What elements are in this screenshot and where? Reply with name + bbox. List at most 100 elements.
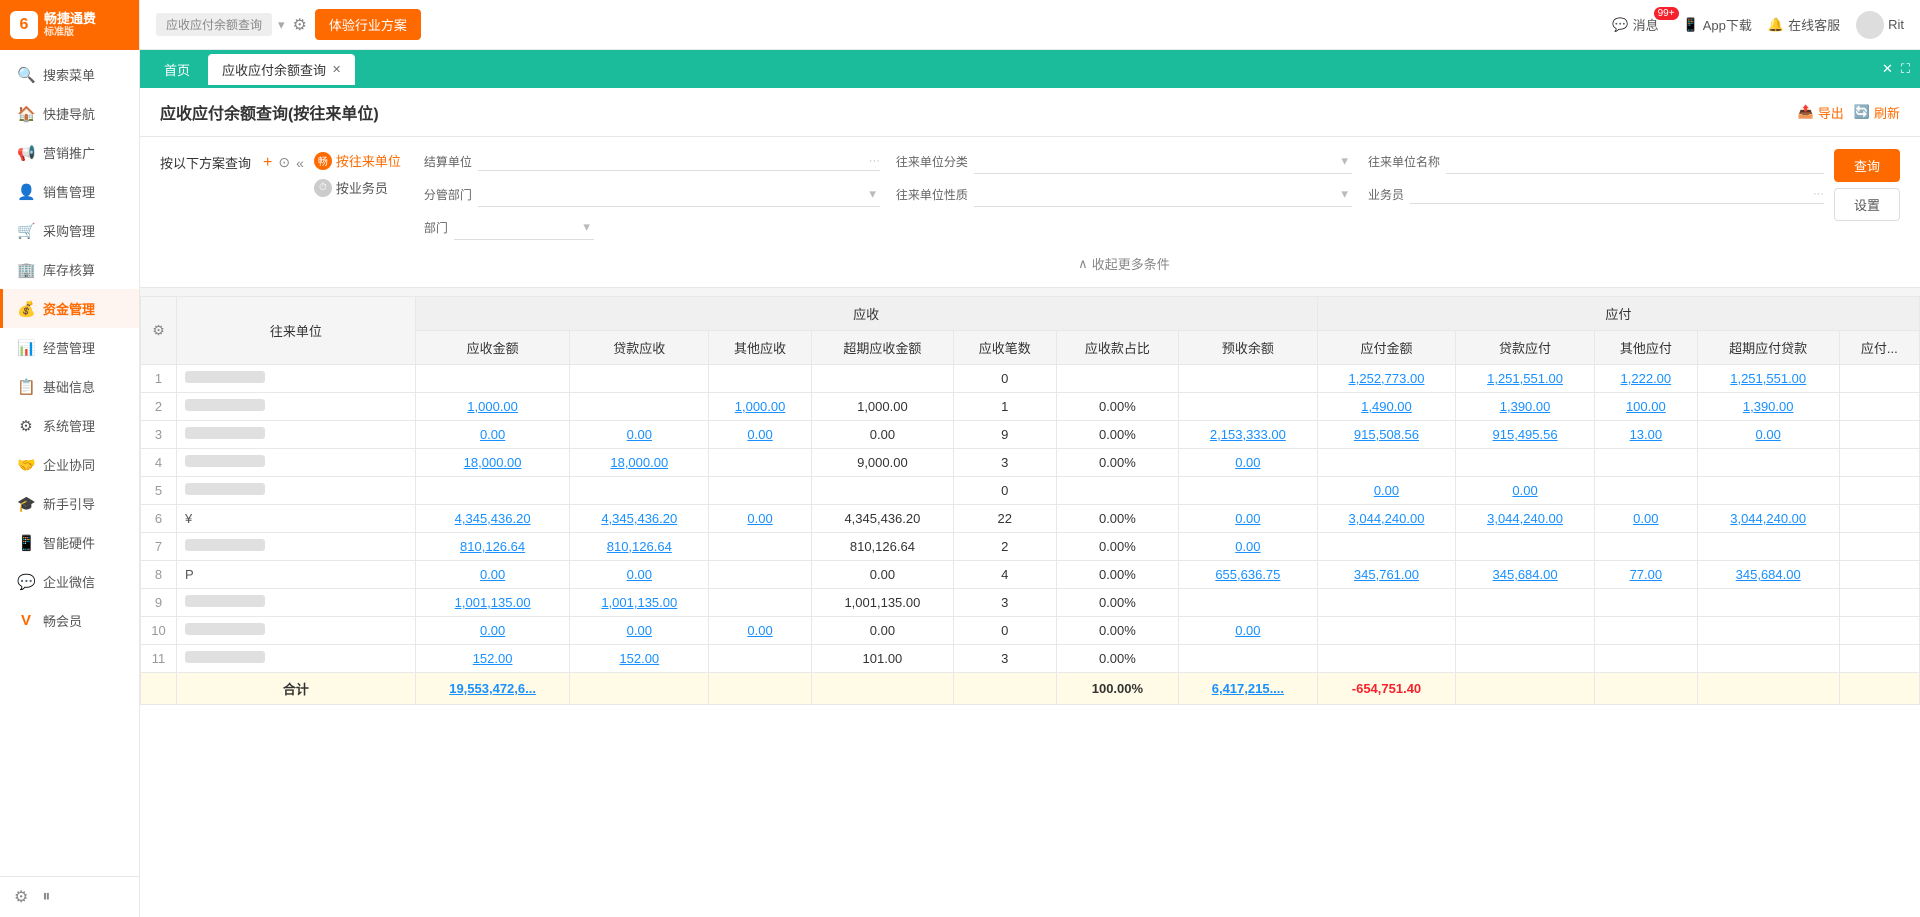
tab-close-icon[interactable]: ✕ [332, 63, 341, 76]
table-cell[interactable]: 1,251,551.00 [1697, 365, 1839, 393]
settings-icon[interactable]: ⚙ [14, 887, 28, 907]
table-cell[interactable]: 0.00 [415, 561, 570, 589]
table-cell[interactable]: 0.00 [1317, 477, 1456, 505]
total-ar-advance[interactable]: 6,417,215.... [1179, 673, 1318, 705]
table-cell[interactable]: 0.00 [415, 421, 570, 449]
table-cell[interactable]: 655,636.75 [1179, 561, 1318, 589]
tab-expand-icon[interactable]: ⛶ [1901, 61, 1910, 77]
table-cell[interactable]: 0.00 [709, 617, 812, 645]
sidebar-item-operations[interactable]: 📊 经营管理 [0, 328, 139, 367]
table-cell[interactable]: 3,044,240.00 [1317, 505, 1456, 533]
table-cell[interactable]: 345,761.00 [1317, 561, 1456, 589]
tab-arbalance[interactable]: 应收应付余额查询 ✕ [208, 54, 355, 85]
table-cell[interactable]: 3,044,240.00 [1456, 505, 1595, 533]
sidebar-item-finance[interactable]: 💰 资金管理 [0, 289, 139, 328]
unit-nature-select[interactable]: ▾ [974, 182, 1352, 207]
app-download-button[interactable]: 📱 App下载 [1683, 15, 1752, 34]
th-settings[interactable]: ⚙ [141, 297, 177, 365]
table-cell[interactable]: 1,490.00 [1317, 393, 1456, 421]
setting-button[interactable]: 设置 [1834, 188, 1900, 221]
sidebar-item-guide[interactable]: 🎓 新手引导 [0, 484, 139, 523]
table-cell[interactable]: 0.00 [570, 421, 709, 449]
table-cell[interactable]: 0.00 [1456, 477, 1595, 505]
table-cell[interactable]: 0.00 [1179, 505, 1318, 533]
table-cell[interactable]: 4,345,436.20 [415, 505, 570, 533]
table-cell[interactable]: 915,508.56 [1317, 421, 1456, 449]
table-cell[interactable]: 1,001,135.00 [570, 589, 709, 617]
settlement-unit-ellipsis[interactable]: ··· [869, 155, 880, 167]
add-scheme-icon[interactable]: + [263, 154, 272, 172]
sidebar-item-quicknav[interactable]: 🏠 快捷导航 [0, 94, 139, 133]
table-cell[interactable]: 915,495.56 [1456, 421, 1595, 449]
table-cell[interactable]: 152.00 [415, 645, 570, 673]
table-cell[interactable]: 1,390.00 [1456, 393, 1595, 421]
sidebar-item-collab[interactable]: 🤝 企业协同 [0, 445, 139, 484]
table-cell[interactable]: 0.00 [570, 617, 709, 645]
scheme-by-staff[interactable]: ⏱ 按业务员 [314, 178, 414, 197]
table-cell[interactable]: 0.00 [709, 421, 812, 449]
query-button[interactable]: 查询 [1834, 149, 1900, 182]
refresh-button[interactable]: 🔄 刷新 [1854, 103, 1900, 122]
table-cell[interactable]: 13.00 [1594, 421, 1697, 449]
table-cell[interactable]: 0.00 [1179, 617, 1318, 645]
unit-name-input[interactable] [1446, 150, 1824, 174]
table-cell [1317, 589, 1456, 617]
table-cell[interactable]: 810,126.64 [415, 533, 570, 561]
table-cell[interactable]: 0.00 [1179, 533, 1318, 561]
collapse-icon[interactable]: ⏸ [42, 888, 50, 906]
sidebar-item-hardware[interactable]: 📱 智能硬件 [0, 523, 139, 562]
table-cell[interactable]: 0.00 [570, 561, 709, 589]
table-cell[interactable]: 0.00 [1594, 505, 1697, 533]
salesperson-ellipsis[interactable]: ··· [1813, 188, 1824, 200]
collapse-filter-button[interactable]: ∧ 收起更多条件 [1078, 248, 1170, 275]
sidebar-item-marketing[interactable]: 📢 营销推广 [0, 133, 139, 172]
edit-scheme-icon[interactable]: ⊙ [278, 154, 290, 171]
table-cell[interactable]: 345,684.00 [1456, 561, 1595, 589]
breadcrumb-dropdown-icon[interactable]: ▾ [278, 17, 285, 33]
sidebar-item-inventory[interactable]: 🏢 库存核算 [0, 250, 139, 289]
table-cell[interactable]: 0.00 [1179, 449, 1318, 477]
sidebar-item-basic[interactable]: 📋 基础信息 [0, 367, 139, 406]
table-cell[interactable]: 100.00 [1594, 393, 1697, 421]
promo-button[interactable]: 体验行业方案 [315, 9, 421, 40]
header-gear-button[interactable]: ⚙ [293, 15, 307, 35]
sidebar-item-system[interactable]: ⚙ 系统管理 [0, 406, 139, 445]
tab-close-all-icon[interactable]: ✕ [1882, 61, 1893, 77]
table-cell[interactable]: 0.00 [415, 617, 570, 645]
table-settings-icon[interactable]: ⚙ [152, 322, 165, 338]
table-cell[interactable]: 2,153,333.00 [1179, 421, 1318, 449]
sidebar-item-vip[interactable]: V 畅会员 [0, 601, 139, 640]
message-button[interactable]: 💬 消息 99+ [1612, 15, 1666, 34]
dept-select[interactable]: ▾ [454, 215, 594, 240]
table-cell[interactable]: 1,222.00 [1594, 365, 1697, 393]
table-cell[interactable]: 18,000.00 [415, 449, 570, 477]
total-ar-amount[interactable]: 19,553,472,6... [415, 673, 570, 705]
service-button[interactable]: 🔔 在线客服 [1768, 15, 1840, 34]
sidebar-item-sales[interactable]: 👤 销售管理 [0, 172, 139, 211]
table-cell[interactable]: 0.00 [1697, 421, 1839, 449]
table-cell[interactable]: 4,345,436.20 [570, 505, 709, 533]
table-cell[interactable]: 3,044,240.00 [1697, 505, 1839, 533]
collapse-scheme-icon[interactable]: « [296, 155, 304, 171]
sidebar-item-wechat[interactable]: 💬 企业微信 [0, 562, 139, 601]
tab-home[interactable]: 首页 [150, 54, 204, 85]
table-cell[interactable]: 1,251,551.00 [1456, 365, 1595, 393]
table-cell[interactable]: 1,001,135.00 [415, 589, 570, 617]
table-cell[interactable]: 1,000.00 [415, 393, 570, 421]
table-cell[interactable]: 345,684.00 [1697, 561, 1839, 589]
table-cell[interactable]: 1,390.00 [1697, 393, 1839, 421]
table-cell[interactable]: 152.00 [570, 645, 709, 673]
dept-manager-select[interactable]: ▾ [478, 182, 880, 207]
table-cell[interactable]: 810,126.64 [570, 533, 709, 561]
table-cell[interactable]: 0.00 [709, 505, 812, 533]
table-cell[interactable]: 1,252,773.00 [1317, 365, 1456, 393]
table-cell[interactable]: 1,000.00 [709, 393, 812, 421]
table-cell[interactable]: 77.00 [1594, 561, 1697, 589]
unit-category-select[interactable]: ▾ [974, 149, 1352, 174]
scheme-by-unit[interactable]: 畅 按往来单位 [314, 151, 414, 170]
table-cell[interactable]: 18,000.00 [570, 449, 709, 477]
sidebar-item-purchase[interactable]: 🛒 采购管理 [0, 211, 139, 250]
sidebar-item-search[interactable]: 🔍 搜索菜单 [0, 55, 139, 94]
user-avatar-area[interactable]: Rit [1856, 11, 1904, 39]
export-button[interactable]: 📤 导出 [1798, 103, 1844, 122]
